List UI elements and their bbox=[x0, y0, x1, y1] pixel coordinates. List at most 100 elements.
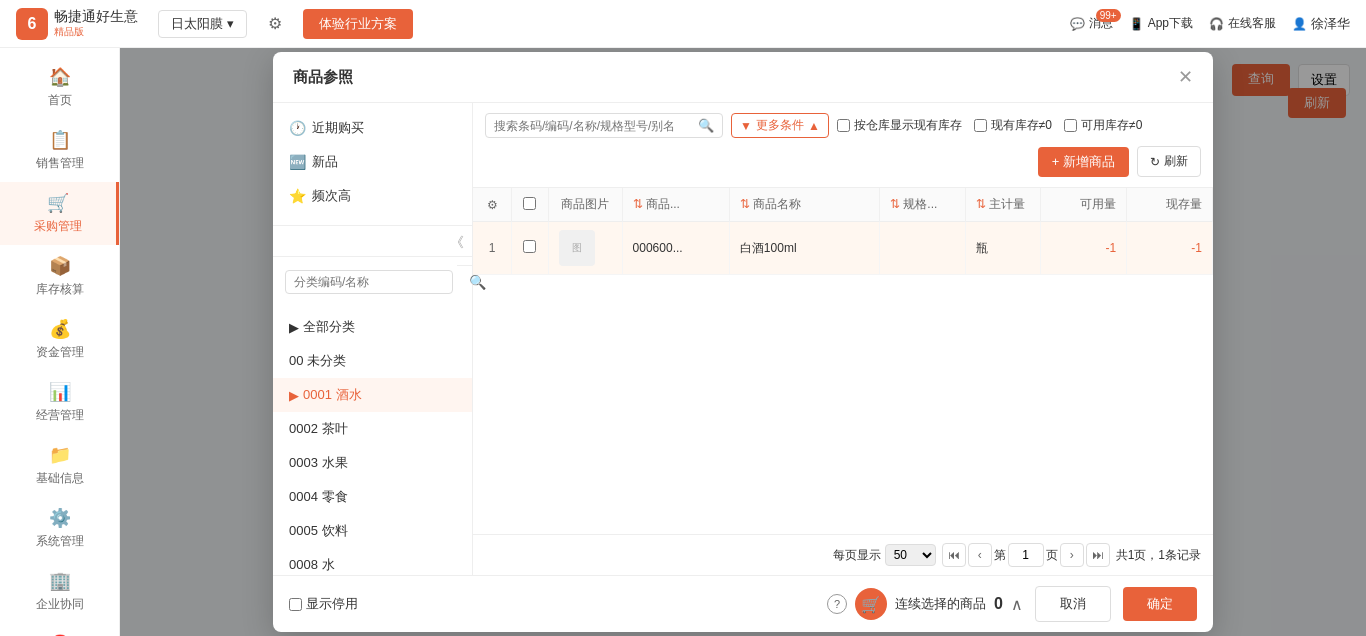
filter-button[interactable]: ▼ 更多条件 ▲ bbox=[731, 113, 829, 138]
sidebar-label-enterprise: 企业协同 bbox=[36, 596, 84, 613]
inventory-icon: 📦 bbox=[49, 255, 71, 277]
checkbox-stock-nonzero[interactable]: 现有库存≠0 bbox=[974, 117, 1052, 134]
last-page-button[interactable]: ⏭ bbox=[1086, 543, 1110, 567]
sidebar-item-purchase[interactable]: 🛒 采购管理 bbox=[0, 182, 119, 245]
recent-icon: 🕐 bbox=[289, 120, 306, 136]
cat-item-00[interactable]: 00 未分类 bbox=[273, 344, 472, 378]
modal-dialog: 商品参照 ✕ 🕐 近期购买 🆕 bbox=[273, 52, 1213, 632]
product-search-input[interactable] bbox=[494, 119, 694, 133]
enterprise-icon: 🏢 bbox=[49, 570, 71, 592]
confirm-button[interactable]: 确定 bbox=[1123, 587, 1197, 621]
show-disabled-input[interactable] bbox=[289, 598, 302, 611]
footer-cart: ? 🛒 连续选择的商品 0 ∧ bbox=[827, 588, 1023, 620]
collapse-left-icon[interactable]: 《 bbox=[450, 234, 464, 252]
checkbox-available-nonzero-label: 可用库存≠0 bbox=[1081, 117, 1142, 134]
select-all-checkbox[interactable] bbox=[523, 197, 536, 210]
category-search-input[interactable] bbox=[285, 270, 453, 294]
next-page-button[interactable]: › bbox=[1060, 543, 1084, 567]
sidebar-item-enterprise[interactable]: 🏢 企业协同 bbox=[0, 560, 119, 623]
tab-recent-purchase[interactable]: 🕐 近期购买 bbox=[273, 111, 472, 145]
cancel-button[interactable]: 取消 bbox=[1035, 586, 1111, 622]
checkbox-warehouse[interactable]: 按仓库显示现有库存 bbox=[837, 117, 962, 134]
collapse-footer-icon[interactable]: ∧ bbox=[1011, 595, 1023, 614]
filter-checkboxes: 按仓库显示现有库存 现有库存≠0 可用库存≠0 bbox=[837, 117, 1143, 134]
service-label: 在线客服 bbox=[1228, 15, 1276, 32]
cat-item-0004[interactable]: 0004 零食 bbox=[273, 480, 472, 514]
checkbox-stock-nonzero-input[interactable] bbox=[974, 119, 987, 132]
product-search-icon[interactable]: 🔍 bbox=[698, 118, 714, 133]
th-settings[interactable]: ⚙ bbox=[473, 188, 512, 222]
td-code: 000600... bbox=[622, 222, 729, 275]
page-number-input[interactable] bbox=[1008, 543, 1044, 567]
logo-icon: 6 bbox=[16, 8, 48, 40]
sales-icon: 📋 bbox=[49, 129, 71, 151]
user-item[interactable]: 👤 徐泽华 bbox=[1292, 15, 1350, 33]
sidebar-item-system[interactable]: ⚙️ 系统管理 bbox=[0, 497, 119, 560]
help-icon[interactable]: ? bbox=[827, 594, 847, 614]
checkbox-warehouse-input[interactable] bbox=[837, 119, 850, 132]
checkbox-available-nonzero-input[interactable] bbox=[1064, 119, 1077, 132]
prev-page-button[interactable]: ‹ bbox=[968, 543, 992, 567]
tab-new-label: 新品 bbox=[312, 153, 338, 171]
th-name[interactable]: ⇅ 商品名称 bbox=[729, 188, 879, 222]
store-selector[interactable]: 日太阳膜 ▾ bbox=[158, 10, 247, 38]
td-name: 白酒100ml bbox=[729, 222, 879, 275]
cat-item-0005[interactable]: 0005 饮料 bbox=[273, 514, 472, 548]
show-disabled-checkbox[interactable]: 显示停用 bbox=[289, 595, 358, 613]
th-checkbox[interactable] bbox=[512, 188, 548, 222]
cat-0001-arrow: ▶ bbox=[289, 388, 299, 403]
table-row[interactable]: 1 图 000600... 白酒100ml bbox=[473, 222, 1213, 275]
th-code[interactable]: ⇅ 商品... bbox=[622, 188, 729, 222]
show-disabled-label: 显示停用 bbox=[306, 595, 358, 613]
refresh-icon: ↻ bbox=[1150, 155, 1160, 169]
sidebar-item-operations[interactable]: 📊 经营管理 bbox=[0, 371, 119, 434]
main-layout: 🏠 首页 📋 销售管理 🛒 采购管理 📦 库存核算 💰 资金管理 📊 经营管理 … bbox=[0, 48, 1366, 636]
modal-close-button[interactable]: ✕ bbox=[1178, 66, 1193, 88]
left-panel-divider bbox=[273, 225, 472, 226]
sidebar-item-sales[interactable]: 📋 销售管理 bbox=[0, 119, 119, 182]
settings-icon[interactable]: ⚙ bbox=[259, 8, 291, 40]
new-icon: 🆕 bbox=[289, 154, 306, 170]
checkbox-available-nonzero[interactable]: 可用库存≠0 bbox=[1064, 117, 1142, 134]
per-page-dropdown[interactable]: 50 100 200 bbox=[885, 544, 936, 566]
sidebar-item-guide[interactable]: 🎯 新手引导 bbox=[0, 623, 119, 636]
category-list: ▶ 全部分类 00 未分类 ▶ 0001 酒水 0002 茶 bbox=[273, 306, 472, 575]
page-label-end: 页 bbox=[1046, 547, 1058, 564]
topbar-center: 日太阳膜 ▾ ⚙ 体验行业方案 bbox=[158, 8, 413, 40]
online-service-item[interactable]: 🎧 在线客服 bbox=[1209, 15, 1276, 32]
sort-icon-name: ⇅ bbox=[740, 197, 750, 211]
th-spec[interactable]: ⇅ 规格... bbox=[880, 188, 966, 222]
td-checkbox[interactable] bbox=[512, 222, 548, 275]
modal-title: 商品参照 bbox=[293, 68, 353, 87]
message-icon: 💬 bbox=[1070, 17, 1085, 31]
cat-item-0002[interactable]: 0002 茶叶 bbox=[273, 412, 472, 446]
sidebar-label-inventory: 库存核算 bbox=[36, 281, 84, 298]
trial-button[interactable]: 体验行业方案 bbox=[303, 9, 413, 39]
first-page-button[interactable]: ⏮ bbox=[942, 543, 966, 567]
cart-icon[interactable]: 🛒 bbox=[855, 588, 887, 620]
sidebar-item-inventory[interactable]: 📦 库存核算 bbox=[0, 245, 119, 308]
refresh-button[interactable]: ↻ 刷新 bbox=[1137, 146, 1201, 177]
row-checkbox[interactable] bbox=[523, 240, 536, 253]
product-table: ⚙ 商品图片 ⇅ 商品... ⇅ 商品名称 bbox=[473, 188, 1213, 275]
filter-label: 更多条件 bbox=[756, 117, 804, 134]
cat-item-0003[interactable]: 0003 水果 bbox=[273, 446, 472, 480]
sidebar-item-finance[interactable]: 💰 资金管理 bbox=[0, 308, 119, 371]
cat-item-all[interactable]: ▶ 全部分类 bbox=[273, 310, 472, 344]
td-unit: 瓶 bbox=[965, 222, 1040, 275]
tab-recent-label: 近期购买 bbox=[312, 119, 364, 137]
tab-new-product[interactable]: 🆕 新品 bbox=[273, 145, 472, 179]
th-unit[interactable]: ⇅ 主计量 bbox=[965, 188, 1040, 222]
messages-item[interactable]: 💬 消息 99+ bbox=[1070, 15, 1113, 32]
new-product-button[interactable]: + 新增商品 bbox=[1038, 147, 1129, 177]
sidebar-item-home[interactable]: 🏠 首页 bbox=[0, 56, 119, 119]
td-spec bbox=[880, 222, 966, 275]
sidebar-item-base[interactable]: 📁 基础信息 bbox=[0, 434, 119, 497]
per-page-label: 每页显示 bbox=[833, 547, 881, 564]
product-image: 图 bbox=[559, 230, 595, 266]
cat-item-0008[interactable]: 0008 水 bbox=[273, 548, 472, 575]
cat-item-0001[interactable]: ▶ 0001 酒水 bbox=[273, 378, 472, 412]
modal-right-panel: 🔍 ▼ 更多条件 ▲ 按仓库显示现有库存 bbox=[473, 103, 1213, 575]
tab-frequent[interactable]: ⭐ 频次高 bbox=[273, 179, 472, 213]
app-download-item[interactable]: 📱 App下载 bbox=[1129, 15, 1193, 32]
